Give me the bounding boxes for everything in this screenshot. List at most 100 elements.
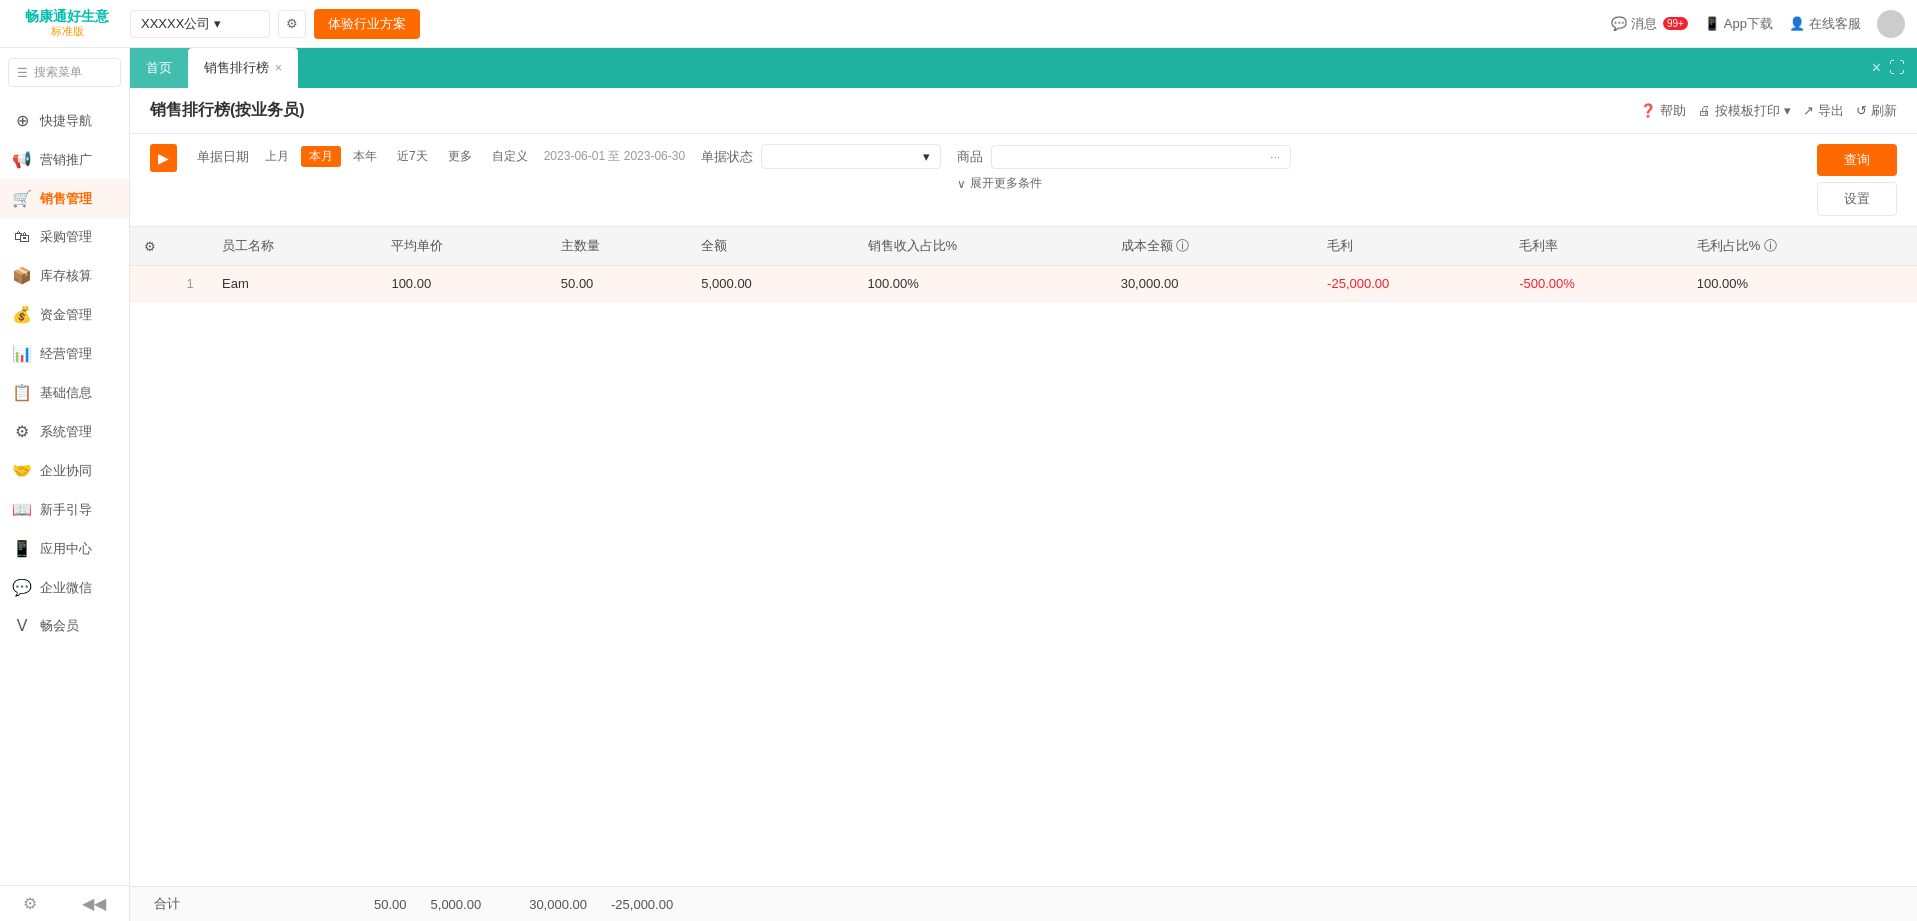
tab-close-icon[interactable]: × [275, 61, 282, 75]
tab-maximize-icon[interactable]: ⛶ [1889, 59, 1905, 77]
expand-label: 展开更多条件 [970, 175, 1042, 192]
cell-profit-pct: 100.00% [1685, 266, 1917, 302]
date-tab-more[interactable]: 更多 [440, 146, 480, 167]
nav-icon-shortcut: ⊕ [12, 111, 32, 130]
trial-button[interactable]: 体验行业方案 [314, 9, 420, 39]
settings-bottom-icon[interactable]: ⚙ [23, 894, 37, 913]
date-tabs: 上月 本月 本年 近7天 更多 自定义 [257, 146, 536, 167]
sidebar-item-sales[interactable]: 🛒 销售管理 [0, 179, 129, 218]
refresh-button[interactable]: ↺ 刷新 [1856, 102, 1897, 120]
help-button[interactable]: ❓ 帮助 [1640, 102, 1686, 120]
date-tab-current-year[interactable]: 本年 [345, 146, 385, 167]
nav-label-wechat: 企业微信 [40, 579, 92, 597]
status-label: 单据状态 [701, 148, 753, 166]
content-area: 首页 销售排行榜 × × ⛶ 销售排行榜(按业务员) [130, 48, 1917, 921]
message-label: 消息 [1631, 15, 1657, 33]
header-row: ⚙ 员工名称 平均单价 主数量 全额 销售收入占比% 成本全额 ⓘ 毛利 毛利率 [130, 227, 1917, 266]
sidebar-item-operations[interactable]: 📊 经营管理 [0, 334, 129, 373]
query-button[interactable]: 查询 [1817, 144, 1897, 176]
settings-icon[interactable]: ⚙ [278, 10, 306, 38]
top-right-area: 💬 消息 99+ 📱 App下载 👤 在线客服 [1611, 10, 1905, 38]
filter-fields: 单据日期 上月 本月 本年 近7天 更多 自定义 2023-06-01 至 20… [197, 144, 1801, 192]
page-title: 销售排行榜(按业务员) [150, 100, 305, 121]
table-settings-button[interactable]: 设置 [1817, 182, 1897, 216]
nav-label-operations: 经营管理 [40, 345, 92, 363]
action-buttons: 查询 设置 [1817, 144, 1897, 216]
cell-settings [130, 266, 170, 302]
sidebar-item-shortcut[interactable]: ⊕ 快捷导航 [0, 101, 129, 140]
table-row: 1 Eam 100.00 50.00 5,000.00 100.00% 30,0… [130, 266, 1917, 302]
nav-label-enterprise: 企业协同 [40, 462, 92, 480]
date-tab-prev-month[interactable]: 上月 [257, 146, 297, 167]
message-btn[interactable]: 💬 消息 99+ [1611, 15, 1688, 33]
print-button[interactable]: 🖨 按模板打印 ▾ [1698, 102, 1791, 120]
tab-home[interactable]: 首页 [130, 48, 188, 88]
footer-row: 合计 50.00 5,000.00 30,000.00 -25,000.00 [142, 895, 1905, 913]
date-tab-current-month[interactable]: 本月 [301, 146, 341, 167]
filter-row-1: 单据日期 上月 本月 本年 近7天 更多 自定义 2023-06-01 至 20… [197, 144, 1801, 169]
filter-area: ▶ 单据日期 上月 本月 本年 近7天 更多 [130, 134, 1917, 227]
sidebar-item-guide[interactable]: 📖 新手引导 [0, 490, 129, 529]
more-icon[interactable]: ··· [1270, 150, 1280, 164]
page-header: 销售排行榜(按业务员) ❓ 帮助 🖨 按模板打印 ▾ ↗ [130, 88, 1917, 134]
nav-icon-member: V [12, 617, 32, 635]
chevron-down-icon: ▾ [214, 16, 221, 31]
date-label: 单据日期 [197, 148, 249, 166]
message-badge: 99+ [1663, 17, 1688, 30]
cell-name: Eam [210, 266, 379, 302]
nav-icon-apps: 📱 [12, 539, 32, 558]
app-download-btn[interactable]: 📱 App下载 [1704, 15, 1773, 33]
sidebar-item-member[interactable]: V 畅会员 [0, 607, 129, 645]
tab-close-all-icon[interactable]: × [1872, 59, 1881, 77]
date-tab-custom[interactable]: 自定义 [484, 146, 536, 167]
sidebar-item-system[interactable]: ⚙ 系统管理 [0, 412, 129, 451]
tab-sales-ranking[interactable]: 销售排行榜 × [188, 48, 298, 88]
refresh-icon: ↺ [1856, 103, 1867, 118]
nav-icon-inventory: 📦 [12, 266, 32, 285]
date-tab-7days[interactable]: 近7天 [389, 146, 436, 167]
sidebar-item-finance[interactable]: 💰 资金管理 [0, 295, 129, 334]
col-settings[interactable]: ⚙ [130, 227, 170, 266]
expand-conditions-btn[interactable]: ∨ 展开更多条件 [957, 175, 1042, 192]
company-selector[interactable]: XXXXX公司 ▾ [130, 10, 270, 38]
print-chevron-icon: ▾ [1784, 103, 1791, 118]
avatar[interactable] [1877, 10, 1905, 38]
status-select[interactable]: ▾ [761, 144, 941, 169]
sidebar-item-inventory[interactable]: 📦 库存核算 [0, 256, 129, 295]
sidebar-item-enterprise[interactable]: 🤝 企业协同 [0, 451, 129, 490]
footer-total: 5,000.00 [419, 897, 494, 912]
nav-label-basic: 基础信息 [40, 384, 92, 402]
service-icon: 👤 [1789, 16, 1805, 31]
tab-bar-right: × ⛶ [1872, 59, 1917, 77]
col-profit-pct: 毛利占比% ⓘ [1685, 227, 1917, 266]
page-actions: ❓ 帮助 🖨 按模板打印 ▾ ↗ 导出 ↺ [1640, 102, 1897, 120]
message-icon: 💬 [1611, 16, 1627, 31]
search-menu-btn[interactable]: ☰ 搜索菜单 [8, 58, 121, 87]
nav-label-finance: 资金管理 [40, 306, 92, 324]
collapse-filter-btn[interactable]: ▶ [150, 144, 177, 172]
sidebar-item-basic[interactable]: 📋 基础信息 [0, 373, 129, 412]
collapse-icon[interactable]: ◀◀ [82, 894, 106, 913]
col-profit-rate: 毛利率 [1507, 227, 1685, 266]
print-icon: 🖨 [1698, 103, 1711, 118]
date-filter: 单据日期 上月 本月 本年 近7天 更多 自定义 2023-06-01 至 20… [197, 146, 685, 167]
online-service-btn[interactable]: 👤 在线客服 [1789, 15, 1861, 33]
col-name: 员工名称 [210, 227, 379, 266]
nav-label-apps: 应用中心 [40, 540, 92, 558]
col-avg-price: 平均单价 [379, 227, 548, 266]
export-button[interactable]: ↗ 导出 [1803, 102, 1844, 120]
tab-home-label: 首页 [146, 59, 172, 77]
sidebar-bottom: ⚙ ◀◀ [0, 885, 129, 921]
goods-input[interactable]: ··· [991, 145, 1291, 169]
col-total: 全额 [689, 227, 855, 266]
sidebar-item-marketing[interactable]: 📢 营销推广 [0, 140, 129, 179]
table-body: 1 Eam 100.00 50.00 5,000.00 100.00% 30,0… [130, 266, 1917, 302]
table-footer: 合计 50.00 5,000.00 30,000.00 -25,000.00 [130, 886, 1917, 921]
sidebar-item-wechat[interactable]: 💬 企业微信 [0, 568, 129, 607]
sidebar-item-purchase[interactable]: 🛍 采购管理 [0, 218, 129, 256]
sidebar-search-area: ☰ 搜索菜单 [0, 48, 129, 97]
collapse-icon[interactable]: ▶ [150, 144, 177, 172]
help-icon: ❓ [1640, 103, 1656, 118]
online-service-label: 在线客服 [1809, 15, 1861, 33]
sidebar-item-apps[interactable]: 📱 应用中心 [0, 529, 129, 568]
